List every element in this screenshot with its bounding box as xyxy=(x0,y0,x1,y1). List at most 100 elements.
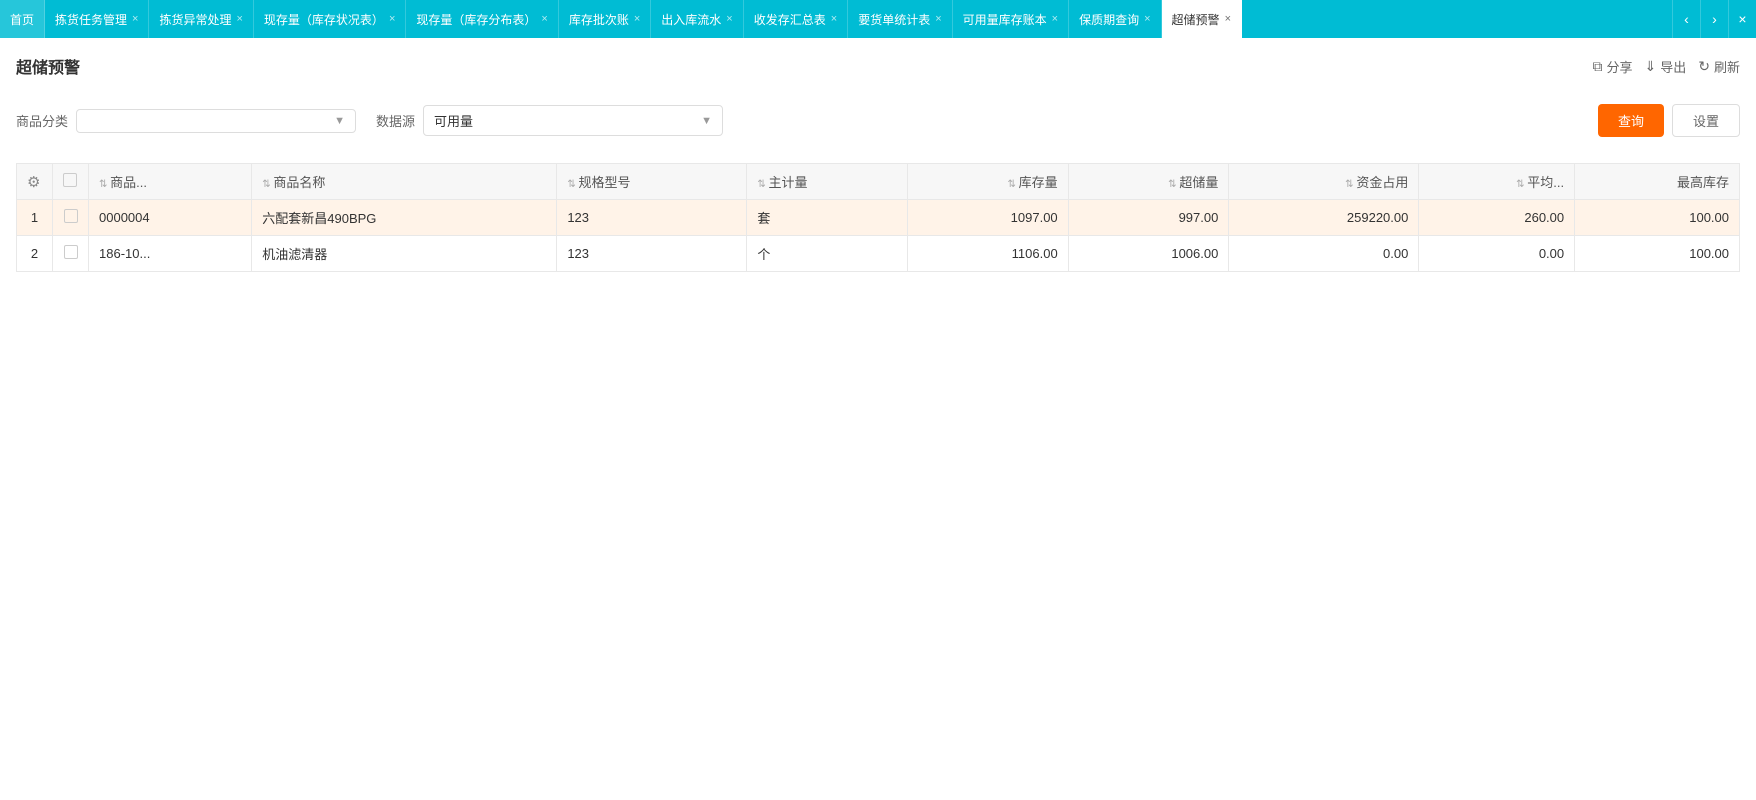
nav-tab-available[interactable]: 可用量库存账本 × xyxy=(953,0,1069,38)
nav-tab-order-stats[interactable]: 要货单统计表 × xyxy=(848,0,952,38)
nav-tab-pick-task[interactable]: 拣货任务管理 × xyxy=(45,0,149,38)
datasource-select[interactable]: 可用量 ▼ xyxy=(423,105,723,136)
sort-icon: ⇅ xyxy=(99,179,110,190)
close-icon[interactable]: × xyxy=(1052,13,1058,25)
th-capital[interactable]: ⇅ 资金占用 xyxy=(1229,164,1419,200)
export-icon: ⇓ xyxy=(1645,58,1657,75)
table-header-row: ⚙ ⇅ 商品... ⇅ 商品名称 ⇅ 规格型号 ⇅ xyxy=(17,164,1740,200)
refresh-button[interactable]: ↻ 刷新 xyxy=(1698,57,1740,76)
nav-tab-home[interactable]: 首页 xyxy=(0,0,45,38)
nav-tab-stock-dist[interactable]: 现存量（库存分布表） × xyxy=(406,0,558,38)
th-max-stock[interactable]: 最高库存 xyxy=(1575,164,1740,200)
cell-max-stock: 100.00 xyxy=(1575,236,1740,272)
table-row: 2 186-10... 机油滤清器 123 个 1106.00 1006.00 … xyxy=(17,236,1740,272)
sort-icon: ⇅ xyxy=(262,179,273,190)
nav-tab-batch[interactable]: 库存批次账 × xyxy=(559,0,651,38)
refresh-icon: ↻ xyxy=(1698,58,1710,75)
datasource-value: 可用量 xyxy=(434,111,473,130)
row-select-checkbox[interactable] xyxy=(64,245,78,259)
cell-avg: 0.00 xyxy=(1419,236,1575,272)
nav-right-arrow[interactable]: › xyxy=(1700,0,1728,38)
cell-max-stock: 100.00 xyxy=(1575,200,1740,236)
query-button[interactable]: 查询 xyxy=(1598,104,1664,137)
close-icon[interactable]: × xyxy=(236,13,242,25)
filter-buttons: 查询 设置 xyxy=(1598,104,1740,137)
category-select[interactable]: ▼ xyxy=(76,109,356,133)
cell-product-code: 0000004 xyxy=(89,200,252,236)
share-button[interactable]: ⧉ 分享 xyxy=(1592,57,1632,76)
sort-icon: ⇅ xyxy=(1516,179,1527,190)
close-icon[interactable]: × xyxy=(1225,13,1231,25)
cell-overstock: 997.00 xyxy=(1068,200,1229,236)
sort-icon: ⇅ xyxy=(1168,179,1179,190)
cell-stock: 1106.00 xyxy=(908,236,1069,272)
nav-tab-pick-exception[interactable]: 拣货异常处理 × xyxy=(149,0,253,38)
category-filter: 商品分类 ▼ xyxy=(16,109,356,133)
cell-spec: 123 xyxy=(557,236,747,272)
th-overstock[interactable]: ⇅ 超储量 xyxy=(1068,164,1229,200)
cell-capital: 0.00 xyxy=(1229,236,1419,272)
select-all-checkbox[interactable] xyxy=(63,173,77,187)
cell-unit: 套 xyxy=(747,200,908,236)
nav-tab-inout[interactable]: 出入库流水 × xyxy=(651,0,743,38)
chevron-down-icon: ▼ xyxy=(334,115,345,127)
main-content: 超储预警 ⧉ 分享 ⇓ 导出 ↻ 刷新 商品分类 ▼ 数据源 xyxy=(0,38,1756,800)
row-select-checkbox[interactable] xyxy=(64,209,78,223)
sort-icon: ⇅ xyxy=(1007,179,1018,190)
row-checkbox-1[interactable] xyxy=(53,200,89,236)
nav-tab-summary[interactable]: 收发存汇总表 × xyxy=(744,0,848,38)
cell-avg: 260.00 xyxy=(1419,200,1575,236)
th-spec[interactable]: ⇅ 规格型号 xyxy=(557,164,747,200)
nav-tab-overstock[interactable]: 超储预警 × xyxy=(1162,0,1242,38)
cell-spec: 123 xyxy=(557,200,747,236)
data-table: ⚙ ⇅ 商品... ⇅ 商品名称 ⇅ 规格型号 ⇅ xyxy=(16,163,1740,272)
gear-icon[interactable]: ⚙ xyxy=(27,174,40,191)
th-unit[interactable]: ⇅ 主计量 xyxy=(747,164,908,200)
header-actions: ⧉ 分享 ⇓ 导出 ↻ 刷新 xyxy=(1592,57,1740,76)
nav-tab-stock-status[interactable]: 现存量（库存状况表） × xyxy=(254,0,406,38)
cell-unit: 个 xyxy=(747,236,908,272)
th-checkbox xyxy=(53,164,89,200)
close-icon[interactable]: × xyxy=(541,13,547,25)
sort-icon: ⇅ xyxy=(757,179,768,190)
nav-tab-expiry[interactable]: 保质期查询 × xyxy=(1069,0,1161,38)
datasource-label: 数据源 xyxy=(376,111,415,130)
share-icon: ⧉ xyxy=(1592,58,1602,75)
cell-product-name: 六配套新昌490BPG xyxy=(252,200,557,236)
cell-product-name: 机油滤清器 xyxy=(252,236,557,272)
close-icon[interactable]: × xyxy=(132,13,138,25)
close-icon[interactable]: × xyxy=(634,13,640,25)
th-stock[interactable]: ⇅ 库存量 xyxy=(908,164,1069,200)
nav-arrows: ‹ › × xyxy=(1672,0,1756,38)
filter-area: 商品分类 ▼ 数据源 可用量 ▼ 查询 设置 xyxy=(16,94,1740,147)
category-label: 商品分类 xyxy=(16,111,68,130)
close-icon[interactable]: × xyxy=(726,13,732,25)
th-product-code[interactable]: ⇅ 商品... xyxy=(89,164,252,200)
th-avg[interactable]: ⇅ 平均... xyxy=(1419,164,1575,200)
datasource-filter: 数据源 可用量 ▼ xyxy=(376,105,723,136)
cell-product-code: 186-10... xyxy=(89,236,252,272)
top-nav: 首页 拣货任务管理 × 拣货异常处理 × 现存量（库存状况表） × 现存量（库存… xyxy=(0,0,1756,38)
th-product-name[interactable]: ⇅ 商品名称 xyxy=(252,164,557,200)
row-checkbox-2[interactable] xyxy=(53,236,89,272)
close-icon[interactable]: × xyxy=(389,13,395,25)
sort-icon: ⇅ xyxy=(567,179,578,190)
page-title: 超储预警 xyxy=(16,54,80,78)
chevron-down-icon: ▼ xyxy=(701,115,712,127)
sort-icon: ⇅ xyxy=(1345,179,1356,190)
cell-stock: 1097.00 xyxy=(908,200,1069,236)
th-settings: ⚙ xyxy=(17,164,53,200)
page-header: 超储预警 ⧉ 分享 ⇓ 导出 ↻ 刷新 xyxy=(16,54,1740,78)
export-button[interactable]: ⇓ 导出 xyxy=(1645,57,1687,76)
nav-close-arrow[interactable]: × xyxy=(1728,0,1756,38)
nav-left-arrow[interactable]: ‹ xyxy=(1672,0,1700,38)
row-index-2: 2 xyxy=(17,236,53,272)
settings-button[interactable]: 设置 xyxy=(1672,104,1740,137)
row-index-1: 1 xyxy=(17,200,53,236)
close-icon[interactable]: × xyxy=(1144,13,1150,25)
cell-capital: 259220.00 xyxy=(1229,200,1419,236)
close-icon[interactable]: × xyxy=(831,13,837,25)
close-icon[interactable]: × xyxy=(935,13,941,25)
cell-overstock: 1006.00 xyxy=(1068,236,1229,272)
table-row: 1 0000004 六配套新昌490BPG 123 套 1097.00 997.… xyxy=(17,200,1740,236)
